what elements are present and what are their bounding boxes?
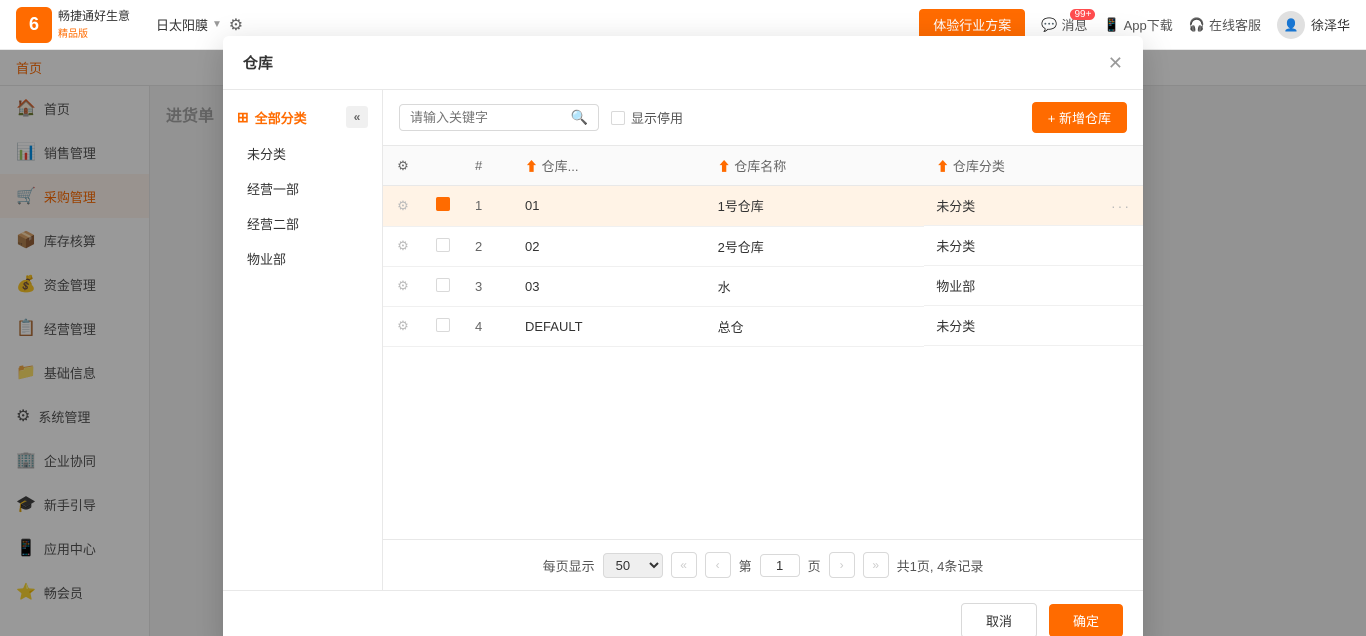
- row-settings[interactable]: ⚙: [383, 306, 423, 346]
- category-item-ops2[interactable]: 经营二部: [223, 206, 382, 241]
- category-item-ops1[interactable]: 经营一部: [223, 171, 382, 206]
- category-panel: ⊞ 全部分类 « 未分类 经营一部 经营二部 物业部: [223, 90, 383, 590]
- category-item-property[interactable]: 物业部: [223, 241, 382, 276]
- row-num: 1: [463, 186, 513, 227]
- row-checkbox[interactable]: [423, 226, 463, 266]
- warehouse-modal: 仓库 ✕ ⊞ 全部分类 « 未分类 经营一部 经营二部: [223, 86, 1143, 636]
- app-logo: 6 畅捷通好生意 精品版: [16, 7, 136, 43]
- modal-body: ⊞ 全部分类 « 未分类 经营一部 经营二部 物业部: [223, 90, 1143, 590]
- table-row[interactable]: ⚙ 2 02 2号仓库 未分类: [383, 226, 1143, 266]
- category-item-unclassified[interactable]: 未分类: [223, 136, 382, 171]
- total-info: 共1页, 4条记录: [897, 556, 984, 575]
- app-download-label: App下载: [1124, 15, 1173, 34]
- col-header-num: #: [463, 146, 513, 186]
- category-all[interactable]: ⊞ 全部分类 «: [223, 98, 382, 136]
- online-service-button[interactable]: 🎧 在线客服: [1189, 15, 1261, 34]
- col-header-settings: ⚙: [383, 146, 423, 186]
- row-code: DEFAULT: [513, 306, 706, 346]
- row-settings[interactable]: ⚙: [383, 226, 423, 266]
- add-warehouse-button[interactable]: + 新增仓库: [1032, 102, 1127, 133]
- per-page-label: 每页显示: [543, 556, 595, 575]
- avatar: 👤: [1277, 11, 1305, 39]
- store-name: 日太阳膜: [156, 15, 208, 34]
- online-service-label: 在线客服: [1209, 15, 1261, 34]
- settings-icon[interactable]: ⚙: [222, 11, 250, 39]
- sort-icon-name: ⬆: [718, 159, 731, 174]
- col-header-category[interactable]: ⬆ 仓库分类: [924, 146, 1143, 186]
- row-category: 物业部: [924, 266, 1143, 306]
- user-menu[interactable]: 👤 徐泽华: [1277, 11, 1350, 39]
- row-settings[interactable]: ⚙: [383, 266, 423, 306]
- per-page-select[interactable]: 50 100 200: [603, 553, 663, 578]
- main-area: 进货单 仓库 ✕ ⊞ 全部分类 «: [150, 86, 1366, 636]
- page-last-button[interactable]: »: [863, 552, 889, 578]
- pagination-bar: 每页显示 50 100 200 « ‹ 第 页 ›: [383, 539, 1143, 590]
- col-header-check: [423, 146, 463, 186]
- row-checkbox[interactable]: [423, 266, 463, 306]
- col-header-code[interactable]: ⬆ 仓库...: [513, 146, 706, 186]
- sort-icon: ⬆: [525, 159, 538, 174]
- mobile-icon: 📱: [1103, 17, 1119, 33]
- logo-icon: 6: [16, 7, 52, 43]
- app-download-button[interactable]: 📱 App下载: [1103, 15, 1172, 34]
- chevron-down-icon: ▼: [212, 19, 222, 30]
- topbar-icon-group: 💬 消息 99+ 📱 App下载 🎧 在线客服: [1041, 15, 1261, 34]
- row-num: 3: [463, 266, 513, 306]
- row-num: 4: [463, 306, 513, 346]
- messages-button[interactable]: 💬 消息 99+: [1041, 15, 1087, 34]
- logo-text: 畅捷通好生意: [58, 9, 130, 25]
- row-checkbox[interactable]: [423, 186, 463, 227]
- search-input-wrap: 🔍: [399, 104, 599, 131]
- page-unit: 页: [808, 556, 821, 575]
- row-code: 03: [513, 266, 706, 306]
- table-row[interactable]: ⚙ 3 03 水 物业部: [383, 266, 1143, 306]
- user-name: 徐泽华: [1311, 15, 1350, 34]
- show-disabled-wrap: 显示停用: [611, 108, 683, 127]
- collapse-button[interactable]: «: [346, 106, 368, 128]
- row-name: 总仓: [706, 306, 925, 346]
- headset-icon: 🎧: [1189, 17, 1205, 33]
- row-name: 2号仓库: [706, 226, 925, 266]
- row-num: 2: [463, 226, 513, 266]
- warehouse-table: ⚙ # ⬆ 仓库... ⬆ 仓库名称: [383, 146, 1143, 539]
- grid-icon: ⊞: [237, 109, 249, 126]
- search-icon: 🔍: [571, 109, 588, 126]
- table-row[interactable]: ⚙ 1 01 1号仓库 未分类 ···: [383, 186, 1143, 227]
- row-category: 未分类: [924, 306, 1143, 346]
- row-code: 02: [513, 226, 706, 266]
- search-input[interactable]: [410, 110, 571, 125]
- confirm-button[interactable]: 确定: [1049, 604, 1123, 636]
- category-all-label: 全部分类: [255, 108, 307, 127]
- row-action-dots[interactable]: ···: [1111, 198, 1131, 214]
- show-disabled-label: 显示停用: [631, 108, 683, 127]
- page-next-button[interactable]: ›: [829, 552, 855, 578]
- row-name: 水: [706, 266, 925, 306]
- page-input[interactable]: [760, 554, 800, 577]
- store-selector[interactable]: 日太阳膜 ▼: [156, 15, 222, 34]
- row-name: 1号仓库: [706, 186, 925, 227]
- message-icon: 💬: [1041, 17, 1057, 33]
- modal-backdrop: 仓库 ✕ ⊞ 全部分类 « 未分类 经营一部 经营二部: [150, 86, 1366, 636]
- page-first-button[interactable]: «: [671, 552, 697, 578]
- content-toolbar: 🔍 显示停用 + 新增仓库: [383, 90, 1143, 146]
- page-prev-button[interactable]: ‹: [705, 552, 731, 578]
- content-panel: 🔍 显示停用 + 新增仓库: [383, 90, 1143, 590]
- row-category: 未分类 ···: [924, 186, 1143, 226]
- table-row[interactable]: ⚙ 4 DEFAULT 总仓 未分类: [383, 306, 1143, 346]
- cancel-button[interactable]: 取消: [961, 603, 1037, 636]
- row-code: 01: [513, 186, 706, 227]
- row-checkbox[interactable]: [423, 306, 463, 346]
- logo-sub: 精品版: [58, 25, 130, 40]
- show-disabled-checkbox[interactable]: [611, 111, 625, 125]
- page-label: 第: [739, 556, 752, 575]
- sort-icon-cat: ⬆: [936, 159, 949, 174]
- row-category: 未分类: [924, 226, 1143, 266]
- col-header-name[interactable]: ⬆ 仓库名称: [706, 146, 925, 186]
- main-layout: 🏠 首页 📊 销售管理 🛒 采购管理 📦 库存核算 💰 资金管理 📋 经营管理 …: [0, 86, 1366, 636]
- row-settings[interactable]: ⚙: [383, 186, 423, 227]
- messages-badge: 99+: [1070, 9, 1095, 20]
- modal-footer: 取消 确定: [223, 590, 1143, 636]
